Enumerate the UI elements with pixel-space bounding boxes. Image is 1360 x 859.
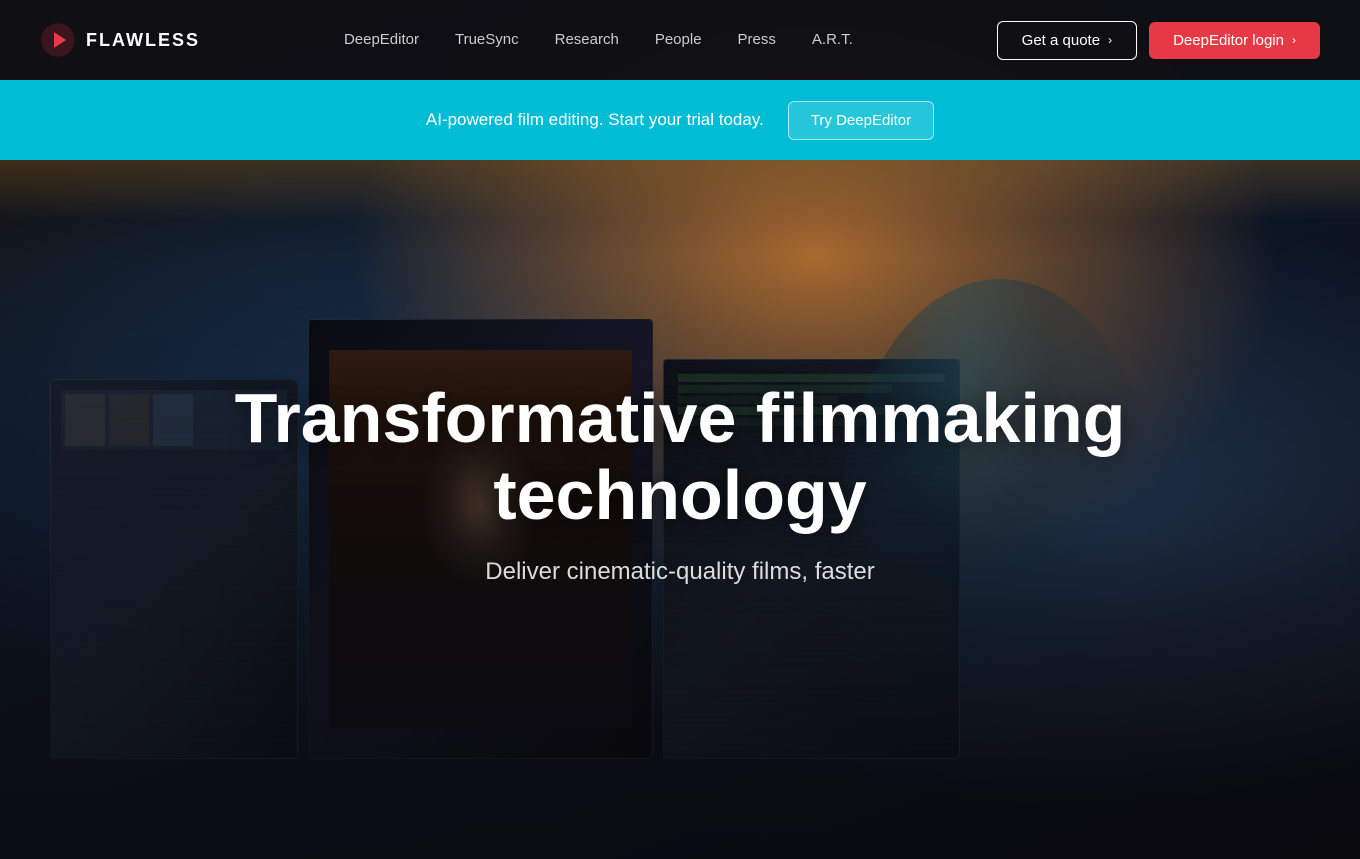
deepeditor-login-button[interactable]: DeepEditor login › — [1149, 22, 1320, 59]
nav-links: DeepEditor TrueSync Research People Pres… — [344, 31, 853, 49]
try-deepeditor-button[interactable]: Try DeepEditor — [788, 101, 934, 140]
announcement-text: AI-powered film editing. Start your tria… — [426, 110, 764, 130]
hero-title: Transformative filmmaking technology — [80, 380, 1280, 534]
nav-link-truesync[interactable]: TrueSync — [455, 31, 519, 48]
nav-link-art[interactable]: A.R.T. — [812, 31, 853, 48]
navbar: FLAWLESS DeepEditor TrueSync Research Pe… — [0, 0, 1360, 80]
chevron-right-icon: › — [1108, 33, 1112, 47]
flawless-logo-icon — [40, 22, 76, 58]
nav-link-deepeditor[interactable]: DeepEditor — [344, 31, 419, 48]
hero-subtitle: Deliver cinematic-quality films, faster — [80, 558, 1280, 586]
get-quote-button[interactable]: Get a quote › — [997, 21, 1137, 60]
nav-link-people[interactable]: People — [655, 31, 702, 48]
brand-name: FLAWLESS — [86, 30, 200, 51]
brand-logo[interactable]: FLAWLESS — [40, 22, 200, 58]
chevron-right-icon-login: › — [1292, 33, 1296, 47]
nav-link-research[interactable]: Research — [555, 31, 619, 48]
hero-content: Transformative filmmaking technology Del… — [0, 380, 1360, 586]
nav-link-press[interactable]: Press — [738, 31, 776, 48]
nav-buttons: Get a quote › DeepEditor login › — [997, 21, 1320, 60]
announcement-banner: AI-powered film editing. Start your tria… — [0, 80, 1360, 160]
